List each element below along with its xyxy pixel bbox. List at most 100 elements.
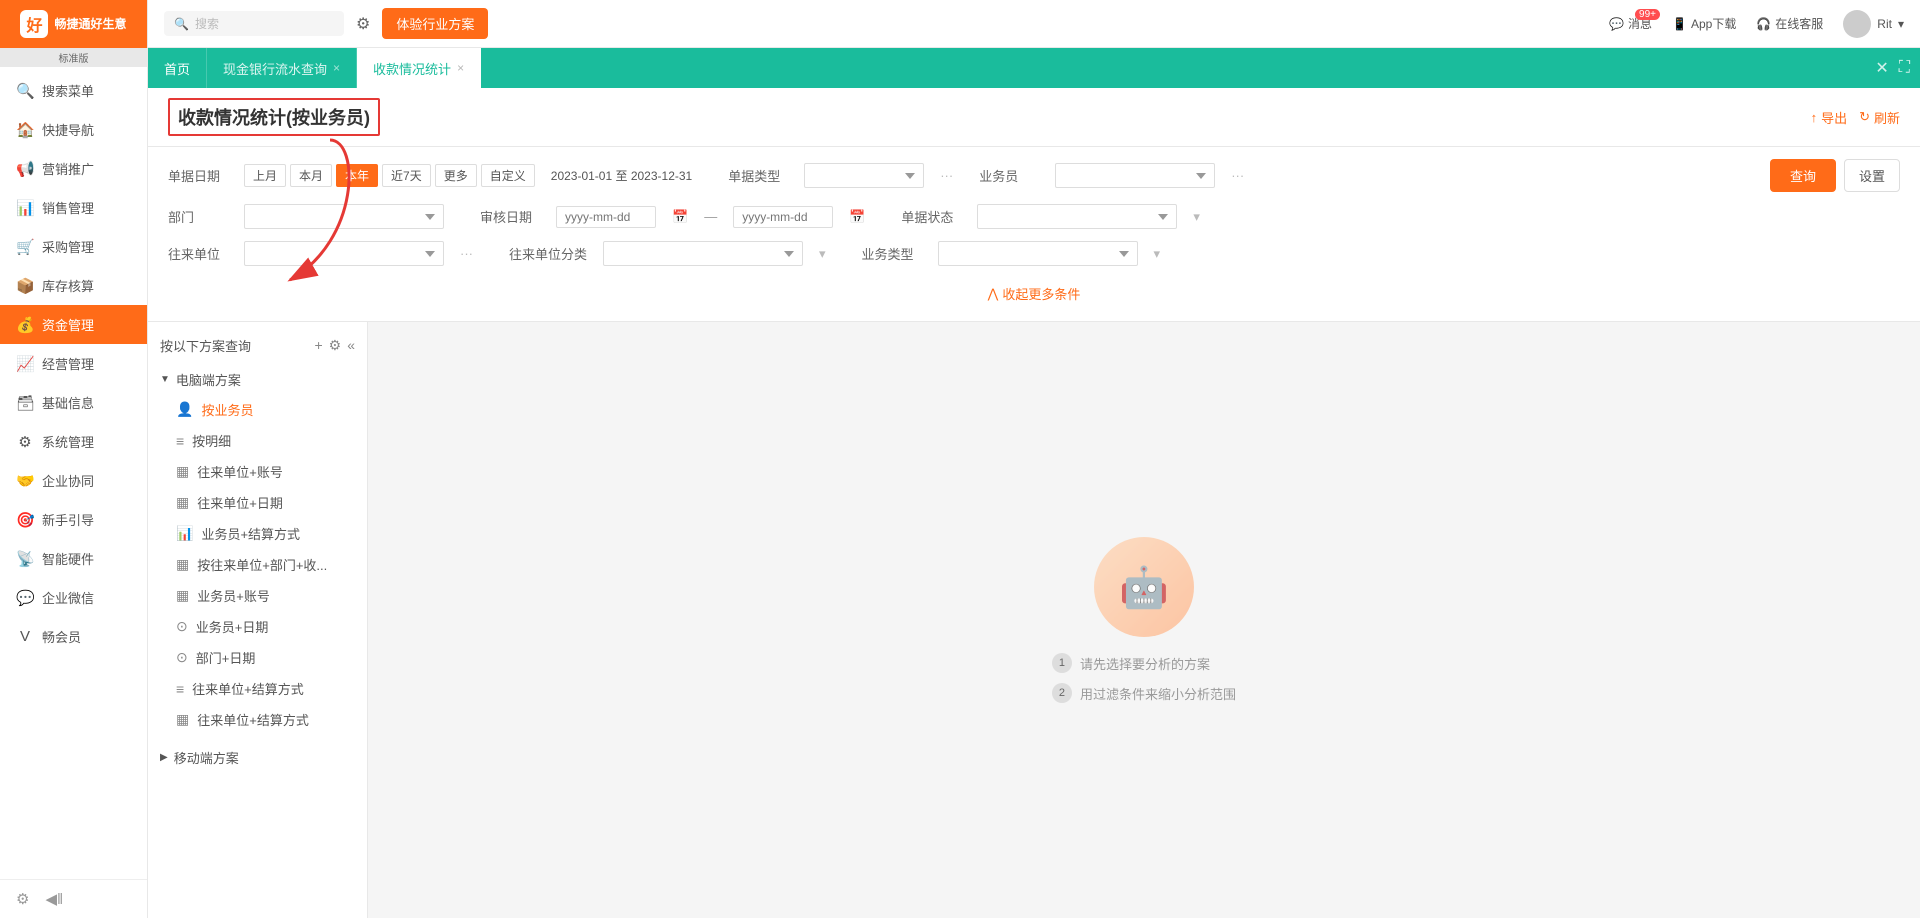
filter-area: 单据日期 上月 本月 本年 近7天 更多 自定义 2023-01-01 至 20…: [148, 147, 1920, 322]
sidebar-item-cooperation[interactable]: 🤝 企业协同: [0, 461, 147, 500]
doc-status-select[interactable]: [977, 204, 1177, 229]
sidebar-item-marketing[interactable]: 📢 营销推广: [0, 149, 147, 188]
calendar-to-icon[interactable]: 📅: [849, 209, 865, 225]
btn-this-year[interactable]: 本年: [336, 164, 378, 187]
collapse-filter-btn[interactable]: ⋀ 收起更多条件: [168, 278, 1900, 309]
partner-date-icon: ▦: [176, 494, 189, 511]
panel-item-partner-settlement[interactable]: ≡ 往来单位+结算方式: [148, 673, 367, 704]
app-download-btn[interactable]: 📱 App下载: [1672, 15, 1736, 32]
panel-item-partner-account[interactable]: ▦ 往来单位+账号: [148, 456, 367, 487]
collection-tab-close[interactable]: ×: [457, 61, 464, 75]
settings-bottom-btn[interactable]: ⚙: [16, 890, 29, 908]
partner-category-select[interactable]: [603, 241, 803, 266]
desktop-group-label: 电脑端方案: [176, 370, 241, 389]
sidebar-item-smarthw[interactable]: 📡 智能硬件: [0, 539, 147, 578]
add-scheme-btn[interactable]: +: [314, 337, 322, 354]
doc-type-label: 单据类型: [728, 166, 788, 185]
refresh-btn[interactable]: ↻ 刷新: [1859, 108, 1900, 127]
tab-collection[interactable]: 收款情况统计 ×: [357, 48, 481, 88]
panel-item-dept-date[interactable]: ⊙ 部门+日期: [148, 642, 367, 673]
biz-type-select[interactable]: [938, 241, 1138, 266]
btn-this-month[interactable]: 本月: [290, 164, 332, 187]
panel-item-salesperson-settlement[interactable]: 📊 业务员+结算方式: [148, 518, 367, 549]
sidebar-item-label: 采购管理: [42, 237, 94, 256]
partner-settlement-icon: ≡: [176, 681, 184, 697]
guide-icon: 🎯: [16, 511, 34, 529]
salesperson-select[interactable]: [1055, 163, 1215, 188]
partner-cat-chevron: ▾: [819, 246, 826, 262]
dept-date-icon: ⊙: [176, 649, 188, 666]
btn-7days[interactable]: 近7天: [382, 164, 431, 187]
topbar: 🔍 搜索 ⚙ 体验行业方案 💬 消息 99+ 📱 App下载 🎧 在线客服 Ri…: [148, 0, 1920, 48]
panel-item-partner-dept[interactable]: ▦ 按往来单位+部门+收...: [148, 549, 367, 580]
review-date-label: 审核日期: [480, 207, 540, 226]
headset-icon: 🎧: [1756, 17, 1771, 31]
query-btn[interactable]: 查询: [1770, 159, 1836, 192]
panel-item-salesperson-account[interactable]: ▦ 业务员+账号: [148, 580, 367, 611]
salesperson-more-icon[interactable]: ···: [1231, 168, 1244, 183]
doc-type-select[interactable]: [804, 163, 924, 188]
close-window-btn[interactable]: ✕: [1875, 58, 1888, 78]
btn-last-month[interactable]: 上月: [244, 164, 286, 187]
sidebar-item-sales[interactable]: 📊 销售管理: [0, 188, 147, 227]
sidebar-item-newguide[interactable]: 🎯 新手引导: [0, 500, 147, 539]
item-label: 往来单位+账号: [197, 462, 355, 481]
operation-icon: 📈: [16, 355, 34, 373]
sidebar-item-member[interactable]: V 畅会员: [0, 617, 147, 656]
partner-more-icon[interactable]: ···: [460, 246, 473, 261]
review-date-to[interactable]: [733, 206, 833, 228]
collapse-label: 收起更多条件: [1002, 284, 1080, 303]
mobile-group-title[interactable]: ▶ 移动端方案: [148, 743, 367, 772]
tab-home[interactable]: 首页: [148, 48, 207, 88]
panel-item-by-detail[interactable]: ≡ 按明细: [148, 425, 367, 456]
message-btn[interactable]: 💬 消息 99+: [1609, 15, 1652, 32]
page-actions: ↑ 导出 ↻ 刷新: [1811, 108, 1900, 127]
desktop-group-title[interactable]: ▼ 电脑端方案: [148, 365, 367, 394]
user-menu[interactable]: Rit ▾: [1843, 10, 1904, 38]
panel-item-partner-settlement2[interactable]: ▦ 往来单位+结算方式: [148, 704, 367, 735]
panel-item-by-salesperson[interactable]: 👤 按业务员: [148, 394, 367, 425]
topbar-search[interactable]: 🔍 搜索: [164, 11, 344, 36]
doc-type-more-icon[interactable]: ···: [940, 168, 953, 183]
bank-tab-close[interactable]: ×: [333, 61, 340, 75]
panel-header-icons: + ⚙ «: [314, 337, 355, 354]
search-placeholder: 搜索: [195, 15, 219, 32]
export-btn[interactable]: ↑ 导出: [1811, 108, 1848, 127]
online-service-btn[interactable]: 🎧 在线客服: [1756, 15, 1823, 32]
sidebar-item-label: 销售管理: [42, 198, 94, 217]
panel-collapse-btn[interactable]: «: [347, 337, 355, 354]
sidebar-item-inventory[interactable]: 📦 库存核算: [0, 266, 147, 305]
collapse-sidebar-btn[interactable]: ◀‖: [45, 890, 63, 908]
panel-item-partner-date[interactable]: ▦ 往来单位+日期: [148, 487, 367, 518]
btn-more-date[interactable]: 更多: [435, 164, 477, 187]
mobile-group-label: 移动端方案: [174, 748, 239, 767]
item-label: 往来单位+日期: [197, 493, 355, 512]
btn-custom-date[interactable]: 自定义: [481, 164, 535, 187]
sidebar-item-purchase[interactable]: 🛒 采购管理: [0, 227, 147, 266]
empty-state: 🤖 1 请先选择要分析的方案 2 用过滤条件来缩小分析范围: [368, 322, 1920, 918]
calendar-from-icon[interactable]: 📅: [672, 209, 688, 225]
dept-select[interactable]: [244, 204, 444, 229]
content-area: 收款情况统计(按业务员) ↑ 导出 ↻ 刷新 单据日期 上月 本月: [148, 88, 1920, 918]
trial-btn[interactable]: 体验行业方案: [382, 8, 488, 39]
sidebar-item-finance[interactable]: 💰 资金管理: [0, 305, 147, 344]
panel-item-salesperson-date[interactable]: ⊙ 业务员+日期: [148, 611, 367, 642]
sidebar-item-system[interactable]: ⚙ 系统管理: [0, 422, 147, 461]
sidebar-item-quicknav[interactable]: 🏠 快捷导航: [0, 110, 147, 149]
sidebar-item-search[interactable]: 🔍 搜索菜单: [0, 71, 147, 110]
settings-btn[interactable]: 设置: [1844, 159, 1900, 192]
maximize-window-btn[interactable]: ⛶: [1899, 59, 1910, 77]
empty-steps: 1 请先选择要分析的方案 2 用过滤条件来缩小分析范围: [1052, 653, 1236, 703]
partner-select[interactable]: [244, 241, 444, 266]
date-label: 单据日期: [168, 166, 228, 185]
review-date-from[interactable]: [556, 206, 656, 228]
settings-icon[interactable]: ⚙: [356, 14, 370, 34]
partner-label: 往来单位: [168, 244, 228, 263]
scheme-settings-btn[interactable]: ⚙: [329, 337, 342, 354]
sidebar-item-operation[interactable]: 📈 经营管理: [0, 344, 147, 383]
item-label: 业务员+账号: [197, 586, 355, 605]
sidebar-item-wechat[interactable]: 💬 企业微信: [0, 578, 147, 617]
sidebar-item-basicinfo[interactable]: 🗃 基础信息: [0, 383, 147, 422]
tab-bank[interactable]: 现金银行流水查询 ×: [207, 48, 357, 88]
hardware-icon: 📡: [16, 550, 34, 568]
